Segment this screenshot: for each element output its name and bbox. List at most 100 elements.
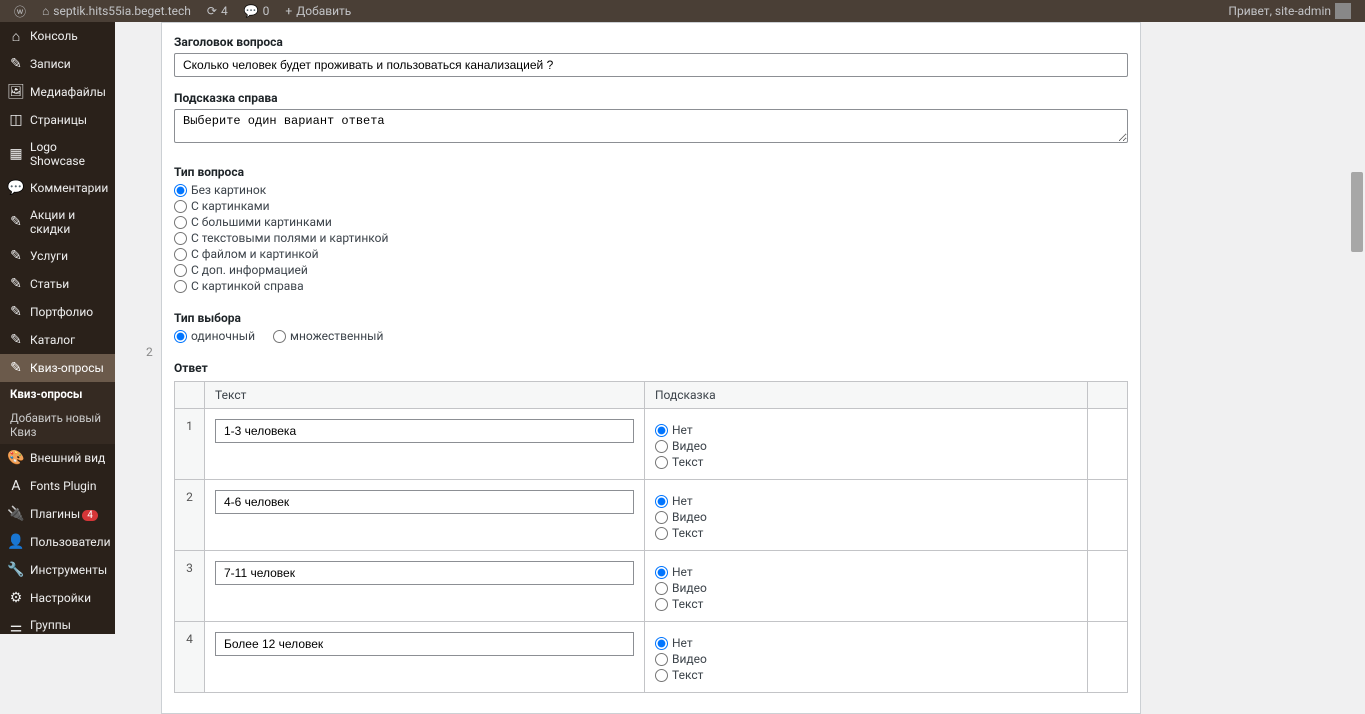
account-link[interactable]: Привет, site-admin (1222, 3, 1357, 19)
sidebar-item[interactable]: ✎Портфолио (0, 298, 115, 326)
qtype-label: С картинкой справа (191, 279, 304, 293)
qtype-option[interactable]: С картинкой справа (174, 279, 1128, 293)
sidebar-sub-item[interactable]: Добавить новый Квиз (0, 406, 115, 444)
qtype-option[interactable]: С текстовыми полями и картинкой (174, 231, 1128, 245)
hint-radio[interactable] (655, 440, 668, 453)
scrollbar-thumb[interactable] (1351, 172, 1363, 252)
hint-option-label: Видео (672, 652, 707, 666)
sidebar-item[interactable]: ⚙Настройки (0, 584, 115, 612)
hint-radio[interactable] (655, 582, 668, 595)
qtype-radio[interactable] (174, 264, 187, 277)
sidebar-item[interactable]: 🖼Медиафайлы (0, 78, 115, 106)
qtype-option[interactable]: Без картинок (174, 183, 1128, 197)
qtype-radio[interactable] (174, 200, 187, 213)
menu-label: Пользователи (30, 535, 111, 549)
hint-radio[interactable] (655, 495, 668, 508)
hint-option-label: Видео (672, 510, 707, 524)
menu-label: Квиз-опросы (30, 361, 104, 375)
seltype-radio[interactable] (273, 330, 286, 343)
avatar (1335, 3, 1351, 19)
qtype-radio[interactable] (174, 184, 187, 197)
site-name: septik.hits55ia.beget.tech (53, 4, 191, 18)
seltype-radio[interactable] (174, 330, 187, 343)
sidebar-item[interactable]: 🎨Внешний вид (0, 444, 115, 472)
answer-text-input[interactable] (215, 490, 634, 514)
sidebar-item[interactable]: ⌂Консоль (0, 22, 115, 50)
sidebar-item[interactable]: 🔧Инструменты (0, 556, 115, 584)
hint-option-label: Текст (672, 455, 703, 469)
hint-option[interactable]: Нет (655, 565, 1077, 579)
sidebar-item[interactable]: 👤Пользователи (0, 528, 115, 556)
hint-option[interactable]: Видео (655, 510, 1077, 524)
hint-option[interactable]: Текст (655, 526, 1077, 540)
question-editor-box: Заголовок вопроса Подсказка справа Тип в… (161, 22, 1141, 714)
qtype-option[interactable]: С большими картинками (174, 215, 1128, 229)
qtype-option[interactable]: С доп. информацией (174, 263, 1128, 277)
site-link[interactable]: ⌂septik.hits55ia.beget.tech (36, 4, 197, 18)
sidebar-item[interactable]: ☰Группы полей (0, 612, 115, 634)
sidebar-item[interactable]: ✎Каталог (0, 326, 115, 354)
menu-icon: ✎ (8, 360, 24, 376)
scrollbar[interactable] (1349, 22, 1365, 634)
seltype-option[interactable]: множественный (273, 329, 383, 343)
comments-link[interactable]: 💬0 (238, 4, 276, 18)
menu-icon: 🔌 (8, 506, 24, 522)
hint-option[interactable]: Текст (655, 668, 1077, 682)
sidebar-item[interactable]: ✎Записи (0, 50, 115, 78)
answer-text-input[interactable] (215, 419, 634, 443)
hint-option-label: Текст (672, 526, 703, 540)
menu-icon: ✎ (8, 248, 24, 264)
admin-bar: ⓦ ⌂septik.hits55ia.beget.tech ⟳4 💬0 +Доб… (0, 0, 1365, 22)
answer-text-input[interactable] (215, 632, 634, 656)
sidebar-item[interactable]: AFonts Plugin (0, 472, 115, 500)
qtype-label: С текстовыми полями и картинкой (191, 231, 388, 245)
hint-option[interactable]: Текст (655, 455, 1077, 469)
seltype-option[interactable]: одиночный (174, 329, 255, 343)
hint-option[interactable]: Видео (655, 439, 1077, 453)
hint-radio[interactable] (655, 424, 668, 437)
qtype-option[interactable]: С картинками (174, 199, 1128, 213)
qtype-option[interactable]: С файлом и картинкой (174, 247, 1128, 261)
sidebar-item[interactable]: ◫Страницы (0, 106, 115, 134)
qtype-radio[interactable] (174, 232, 187, 245)
sidebar-sub-item[interactable]: Квиз-опросы (0, 382, 115, 406)
hint-radio[interactable] (655, 669, 668, 682)
hint-option[interactable]: Видео (655, 581, 1077, 595)
hint-radio[interactable] (655, 511, 668, 524)
hint-radio[interactable] (655, 456, 668, 469)
hint-radio[interactable] (655, 527, 668, 540)
sidebar-item[interactable]: 💬Комментарии (0, 174, 115, 202)
sidebar-item[interactable]: ✎ Квиз-опросы (0, 354, 115, 382)
menu-label: Плагины4 (30, 507, 98, 521)
hint-radio[interactable] (655, 566, 668, 579)
hint-textarea[interactable] (174, 109, 1128, 143)
qtype-radio[interactable] (174, 280, 187, 293)
sidebar-item[interactable]: ✎Статьи (0, 270, 115, 298)
question-title-input[interactable] (174, 53, 1128, 77)
answer-text-input[interactable] (215, 561, 634, 585)
hint-option[interactable]: Нет (655, 494, 1077, 508)
admin-sidebar: ⌂Консоль✎Записи🖼Медиафайлы◫Страницы▦Logo… (0, 22, 115, 634)
menu-label: Каталог (30, 333, 75, 347)
hint-radio[interactable] (655, 653, 668, 666)
sidebar-item[interactable]: 🔌 Плагины4 (0, 500, 115, 528)
hint-option[interactable]: Видео (655, 652, 1077, 666)
hint-radio[interactable] (655, 598, 668, 611)
wp-logo[interactable]: ⓦ (8, 3, 32, 20)
menu-icon: ✎ (8, 214, 24, 230)
menu-icon: 💬 (8, 180, 24, 196)
hint-option[interactable]: Текст (655, 597, 1077, 611)
select-type-label: Тип выбора (174, 311, 1128, 325)
sidebar-item[interactable]: ✎Услуги (0, 242, 115, 270)
hint-option[interactable]: Нет (655, 423, 1077, 437)
add-new-link[interactable]: +Добавить (279, 4, 357, 18)
menu-icon: ⚙ (8, 590, 24, 606)
sidebar-item[interactable]: ✎Акции и скидки (0, 202, 115, 242)
hint-option[interactable]: Нет (655, 636, 1077, 650)
menu-icon: 🔧 (8, 562, 24, 578)
sidebar-item[interactable]: ▦Logo Showcase (0, 134, 115, 174)
updates-link[interactable]: ⟳4 (201, 4, 234, 18)
hint-radio[interactable] (655, 637, 668, 650)
qtype-radio[interactable] (174, 216, 187, 229)
qtype-radio[interactable] (174, 248, 187, 261)
